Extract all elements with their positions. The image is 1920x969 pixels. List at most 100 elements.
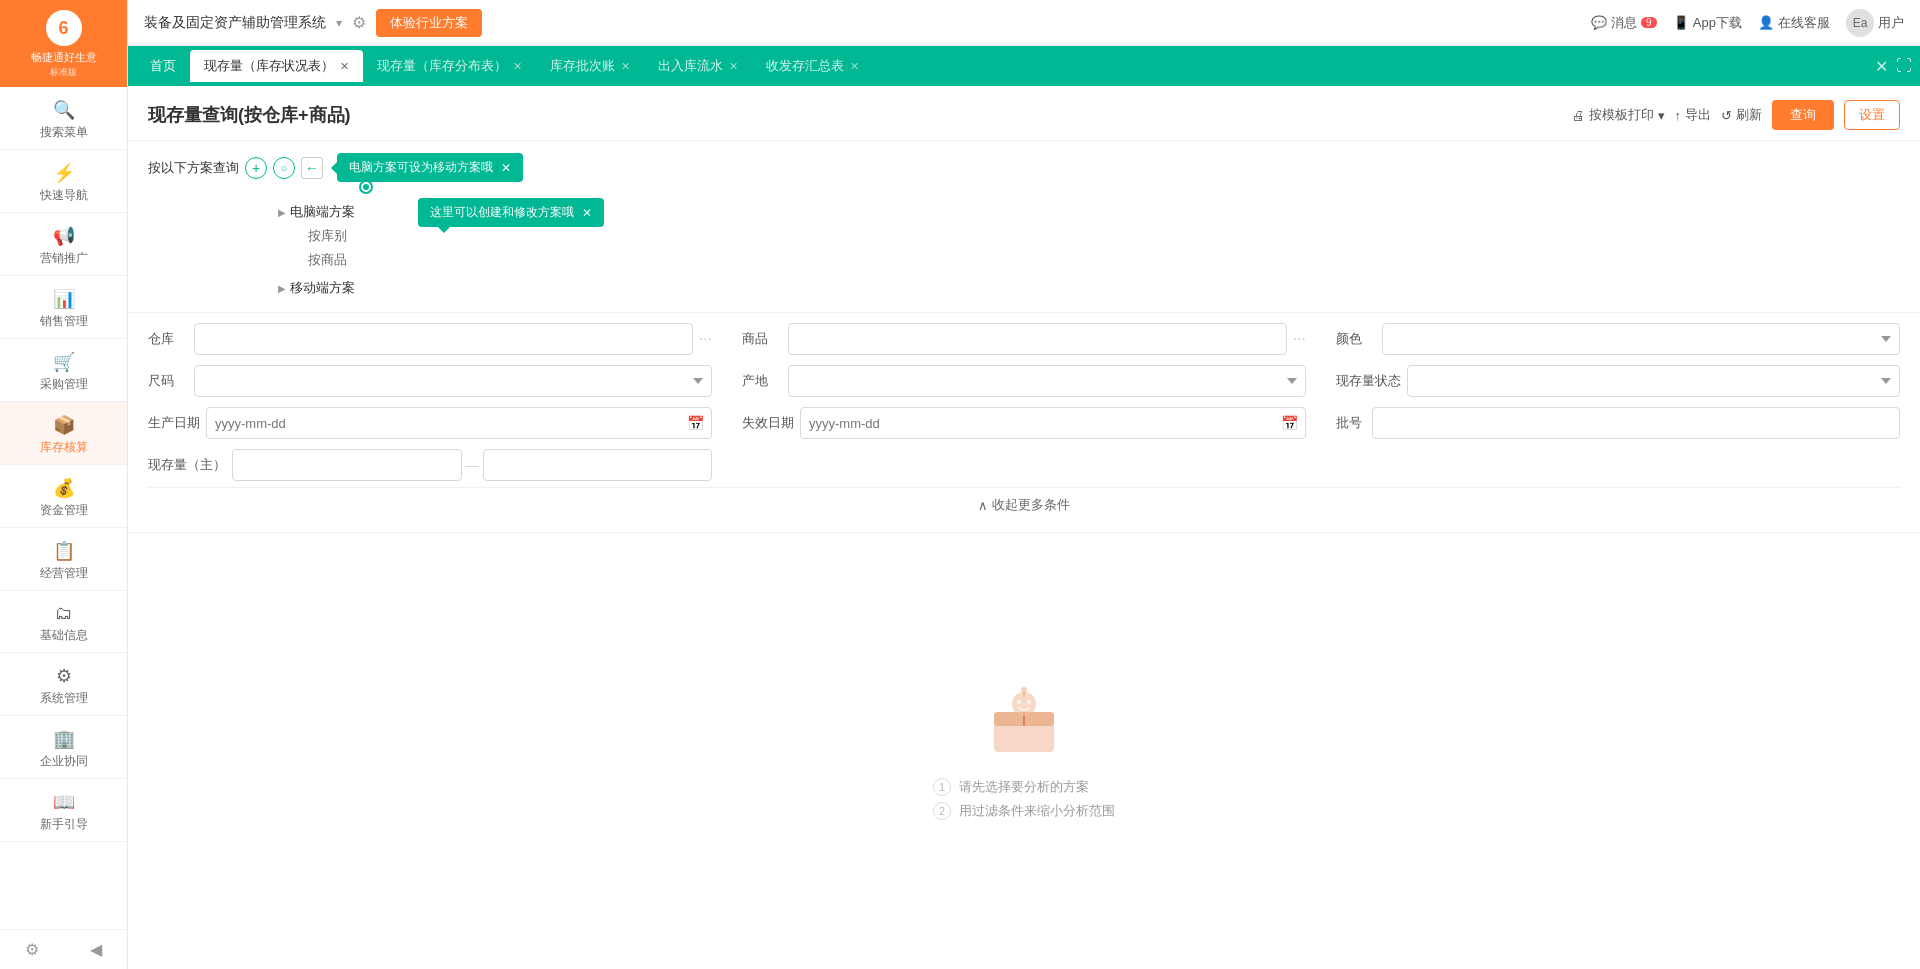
notification-label: 消息 bbox=[1611, 14, 1637, 32]
user-label: 用户 bbox=[1878, 14, 1904, 32]
tab-home-label: 首页 bbox=[150, 57, 176, 75]
refresh-icon: ↺ bbox=[1721, 108, 1732, 123]
phone-icon: 📱 bbox=[1673, 15, 1689, 30]
collapse-label: 收起更多条件 bbox=[992, 496, 1070, 514]
online-service-btn[interactable]: 👤 在线客服 bbox=[1758, 14, 1830, 32]
service-icon: 👤 bbox=[1758, 15, 1774, 30]
dropdown-arrow-icon[interactable]: ▾ bbox=[336, 16, 342, 30]
tab-collect-summary[interactable]: 收发存汇总表 ✕ bbox=[752, 50, 873, 82]
dot-connector bbox=[361, 182, 371, 192]
sidebar-item-label: 快速导航 bbox=[40, 187, 88, 204]
chevron-up-icon: ∧ bbox=[978, 498, 988, 513]
topbar: 装备及固定资产辅助管理系统 ▾ ⚙ 体验行业方案 💬 消息 9 📱 App下载 … bbox=[128, 0, 1920, 46]
user-menu-btn[interactable]: Ea 用户 bbox=[1846, 9, 1904, 37]
collapse-sidebar-btn[interactable]: ◀ bbox=[90, 940, 102, 959]
tab-inventory-status[interactable]: 现存量（库存状况表） ✕ bbox=[190, 50, 363, 82]
refresh-btn[interactable]: ↺ 刷新 bbox=[1721, 106, 1762, 124]
color-select[interactable] bbox=[1382, 323, 1900, 355]
field-color: 颜色 bbox=[1336, 323, 1900, 355]
origin-select[interactable] bbox=[788, 365, 1306, 397]
tab-inventory-dist[interactable]: 现存量（库存分布表） ✕ bbox=[363, 50, 536, 82]
tooltip2-close[interactable]: ✕ bbox=[582, 206, 592, 220]
expiry-date-start[interactable] bbox=[800, 407, 1306, 439]
sidebar-item-purchase[interactable]: 🛒 采购管理 bbox=[0, 339, 127, 402]
settings-btn[interactable]: 设置 bbox=[1844, 100, 1900, 130]
stock-qty-label: 现存量（主） bbox=[148, 456, 226, 474]
company-icon: 🏢 bbox=[53, 728, 75, 750]
warehouse-dots-icon[interactable]: ··· bbox=[699, 330, 712, 348]
tooltip-create-scheme: 这里可以创建和修改方案哦 ✕ bbox=[418, 198, 604, 227]
sidebar-item-guide[interactable]: 📖 新手引导 bbox=[0, 779, 127, 842]
sidebar-item-quick[interactable]: ⚡ 快速导航 bbox=[0, 150, 127, 213]
arrow-scheme-btn[interactable]: ← bbox=[301, 157, 323, 179]
tab-actions: ✕ ⛶ bbox=[1875, 57, 1912, 76]
settings-bottom-btn[interactable]: ⚙ bbox=[25, 940, 39, 959]
product-dots-icon[interactable]: ··· bbox=[1293, 330, 1306, 348]
tab-in-out-flow[interactable]: 出入库流水 ✕ bbox=[644, 50, 752, 82]
sidebar-item-marketing[interactable]: 📢 营销推广 bbox=[0, 213, 127, 276]
scheme-by-warehouse[interactable]: 按库别 bbox=[278, 224, 398, 248]
field-origin: 产地 bbox=[742, 365, 1306, 397]
maximize-btn[interactable]: ⛶ bbox=[1896, 57, 1912, 75]
sidebar-item-label: 库存核算 bbox=[40, 439, 88, 456]
app-download-btn[interactable]: 📱 App下载 bbox=[1673, 14, 1742, 32]
sidebar-item-finance[interactable]: 💰 资金管理 bbox=[0, 465, 127, 528]
tooltip-desktop-scheme: 电脑方案可设为移动方案哦 ✕ bbox=[337, 153, 523, 182]
topbar-gear-icon[interactable]: ⚙ bbox=[352, 13, 366, 32]
tab-close-icon[interactable]: ✕ bbox=[513, 60, 522, 73]
production-date-start[interactable] bbox=[206, 407, 712, 439]
tab-label: 收发存汇总表 bbox=[766, 57, 844, 75]
query-btn[interactable]: 查询 bbox=[1772, 100, 1834, 130]
warehouse-input[interactable] bbox=[194, 323, 693, 355]
size-label: 尺码 bbox=[148, 372, 188, 390]
sidebar-item-label: 企业协同 bbox=[40, 753, 88, 770]
stock-qty-max[interactable] bbox=[483, 449, 713, 481]
tab-close-icon[interactable]: ✕ bbox=[340, 60, 349, 73]
sidebar-item-operation[interactable]: 📋 经营管理 bbox=[0, 528, 127, 591]
size-select[interactable] bbox=[194, 365, 712, 397]
scheme-by-product[interactable]: 按商品 bbox=[278, 248, 398, 272]
sidebar-item-company[interactable]: 🏢 企业协同 bbox=[0, 716, 127, 779]
sidebar-item-basic[interactable]: 🗂 基础信息 bbox=[0, 591, 127, 653]
stock-qty-min[interactable] bbox=[232, 449, 462, 481]
tab-close-icon[interactable]: ✕ bbox=[729, 60, 738, 73]
sidebar-item-sales[interactable]: 📊 销售管理 bbox=[0, 276, 127, 339]
tip-num-2: 2 bbox=[933, 802, 951, 820]
export-label: 导出 bbox=[1685, 106, 1711, 124]
tooltip2-text: 这里可以创建和修改方案哦 bbox=[430, 204, 574, 221]
sidebar-item-label: 营销推广 bbox=[40, 250, 88, 267]
sidebar: 6 畅捷通好生意 标准版 🔍 搜索菜单 ⚡ 快速导航 📢 营销推广 📊 销售管理… bbox=[0, 0, 128, 969]
add-scheme-btn[interactable]: + bbox=[245, 157, 267, 179]
sidebar-item-label: 系统管理 bbox=[40, 690, 88, 707]
print-template-btn[interactable]: 🖨 按模板打印 ▾ bbox=[1572, 106, 1665, 124]
sidebar-item-system[interactable]: ⚙ 系统管理 bbox=[0, 653, 127, 716]
tab-close-icon[interactable]: ✕ bbox=[621, 60, 630, 73]
circle-scheme-btn[interactable]: ○ bbox=[273, 157, 295, 179]
sidebar-item-inventory[interactable]: 📦 库存核算 bbox=[0, 402, 127, 465]
export-btn[interactable]: ↑ 导出 bbox=[1675, 106, 1712, 124]
tab-batch-account[interactable]: 库存批次账 ✕ bbox=[536, 50, 644, 82]
industry-btn[interactable]: 体验行业方案 bbox=[376, 9, 482, 37]
expiry-date-label: 失效日期 bbox=[742, 414, 794, 432]
tab-close-icon[interactable]: ✕ bbox=[850, 60, 859, 73]
tab-home[interactable]: 首页 bbox=[136, 50, 190, 82]
stock-status-label: 现存量状态 bbox=[1336, 372, 1401, 390]
close-all-btn[interactable]: ✕ bbox=[1875, 57, 1888, 76]
content-inner: 现存量查询(按仓库+商品) 🖨 按模板打印 ▾ ↑ 导出 ↺ 刷新 bbox=[128, 86, 1920, 969]
sidebar-item-search[interactable]: 🔍 搜索菜单 bbox=[0, 87, 127, 150]
field-expiry-date: 失效日期 📅 bbox=[742, 407, 1306, 439]
avatar-text: Ea bbox=[1853, 16, 1868, 30]
collapse-more-btn[interactable]: ∧ 收起更多条件 bbox=[148, 487, 1900, 522]
notification-btn[interactable]: 💬 消息 9 bbox=[1591, 14, 1657, 32]
sidebar-logo: 6 畅捷通好生意 标准版 bbox=[0, 0, 127, 87]
bell-icon: 💬 bbox=[1591, 15, 1607, 30]
svg-point-5 bbox=[1027, 700, 1031, 704]
sidebar-item-label: 经营管理 bbox=[40, 565, 88, 582]
stock-status-select[interactable] bbox=[1407, 365, 1900, 397]
sidebar-item-label: 资金管理 bbox=[40, 502, 88, 519]
product-input[interactable] bbox=[788, 323, 1287, 355]
tooltip1-close[interactable]: ✕ bbox=[501, 161, 511, 175]
empty-illustration bbox=[974, 682, 1074, 762]
sidebar-item-label: 销售管理 bbox=[40, 313, 88, 330]
batch-input[interactable] bbox=[1372, 407, 1900, 439]
